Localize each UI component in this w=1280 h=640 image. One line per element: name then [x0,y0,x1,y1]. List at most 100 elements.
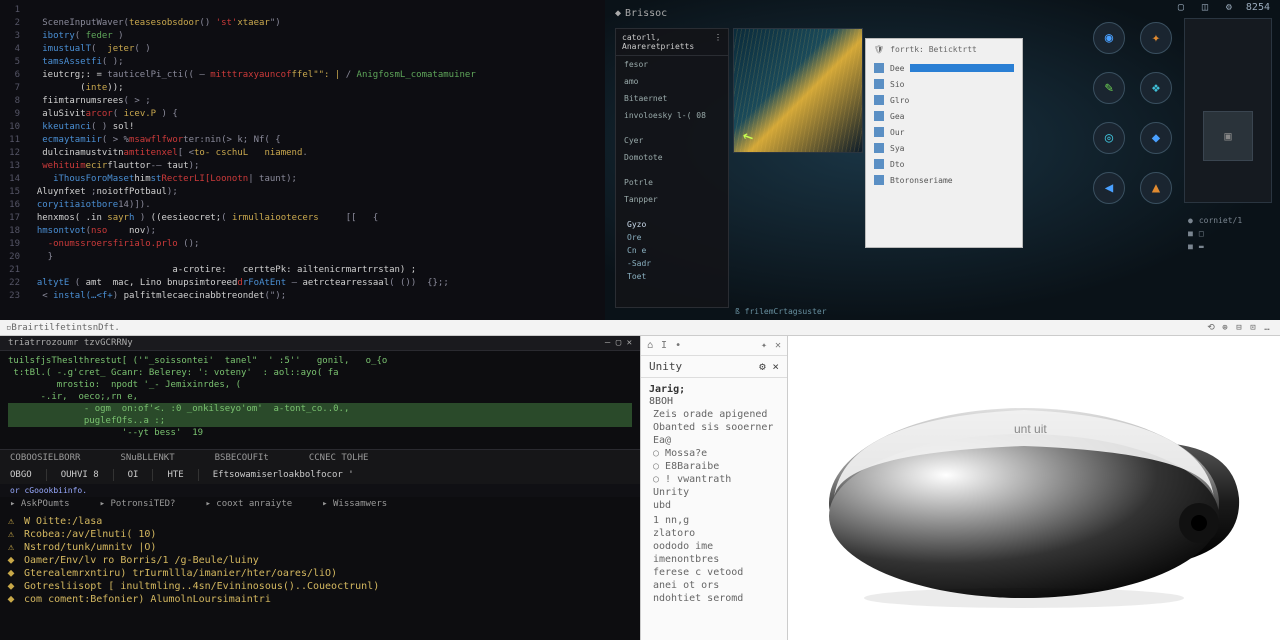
tray-icon[interactable]: ⚙ [1222,2,1236,16]
build-target[interactable]: ▸ AskPOumts [10,499,70,509]
log-line[interactable]: ⚠W Oitte:/lasa [4,515,636,528]
terminal-output[interactable]: tuilsfjsTheslthrestut[ ('"_soissontei' t… [0,351,640,449]
sidebar-item[interactable]: Potrle [616,174,728,191]
more-icon[interactable]: … [1260,323,1274,333]
toolbar-item[interactable]: OUHVI 8 [61,470,99,480]
sidebar-item[interactable] [616,166,728,174]
sidebar-item[interactable]: Cyer [616,132,728,149]
add-icon[interactable]: ⊕ [1218,323,1232,333]
toolbar-item[interactable]: HTE [167,470,183,480]
window-controls[interactable]: — ▢ ✕ [605,338,632,348]
sub-heading: 8BOH [649,396,779,407]
list-item[interactable]: anei ot ors [649,579,779,592]
code-editor[interactable]: 1 2 SceneInputWaver(teasesobsdoor() 'st'… [0,0,605,320]
side-toolbox: ▣ [1184,18,1272,203]
tool-button[interactable]: ❖ [1140,72,1172,104]
close-icon[interactable]: ⋮ [714,33,722,51]
sidebar-header: catorll, Anareretprietts⋮ [616,29,728,56]
vr-headset-image: unt uit [788,336,1280,640]
settings-row[interactable]: Sya [866,140,1022,156]
shield-icon: 🛡 [874,45,884,54]
toolbar-item[interactable]: BSBECOUFIt [215,453,269,463]
sidebar-item[interactable]: Bitaernet [616,90,728,107]
tool-button[interactable]: ✦ [1140,22,1172,54]
image-icon[interactable]: ▣ [1203,111,1253,161]
log-line[interactable]: ⚠Rcobea:/av/Elnuti( 10) [4,528,636,541]
unity-panel: ⌂ I • ✦ ✕ Unity ⚙ × Jarig; 8BOH Zeis ora… [640,336,788,640]
settings-row[interactable]: Glro [866,92,1022,108]
settings-row[interactable]: Our [866,124,1022,140]
scene-viewport[interactable]: ↖ [733,28,863,153]
sidebar-item[interactable]: involoesky l-( 08 [616,107,728,124]
build-target[interactable]: ▸ cooxt anraiyte [205,499,292,509]
console-log[interactable]: ⚠W Oitte:/lasa⚠Rcobea:/av/Elnuti( 10)⚠Ns… [0,511,640,610]
radio-option[interactable]: E8Baraibe [649,460,779,473]
clock: 8254 [1246,2,1270,16]
toolbar-item[interactable]: OI [128,470,139,480]
log-line[interactable]: ⬥Oamer/Env/lv ro Borris/1 /g-Beule/luiny [4,554,636,567]
list-item[interactable]: Unrity [649,486,779,499]
unity-title-bar: Unity ⚙ × [641,356,787,378]
terminal-tab[interactable]: triatrrozoumr tzvGCRRNy— ▢ ✕ [0,336,640,351]
sidebar-item[interactable]: amo [616,73,728,90]
list-item[interactable]: ferese c vetood [649,566,779,579]
tool-button[interactable]: ◎ [1093,122,1125,154]
toolbar-item[interactable]: COBOOSIELBORR [10,453,80,463]
star-icon[interactable]: ✦ [761,340,767,351]
warn-icon: ⚠ [4,542,18,553]
tool-button[interactable]: ◉ [1093,22,1125,54]
close-icon[interactable]: × [772,360,779,373]
warn-icon: ⬥ [4,581,18,592]
refresh-icon[interactable]: ⟲ [1204,323,1218,333]
list-item[interactable]: oododo ime [649,540,779,553]
document-tab-strip: ▫ BrairtilfetintsnDft. ⟲ ⊕ ⊟ ⊡ … [0,320,1280,336]
side-bottom-list: ●corniet/1 ■□ ■▬ [1184,214,1272,253]
tool-button[interactable]: ◆ [1140,122,1172,154]
radio-option[interactable]: Mossa?e [649,447,779,460]
tray-icon[interactable]: ▢ [1174,2,1188,16]
sidebar-item[interactable]: Tanpper [616,191,728,208]
tab-label[interactable]: BrairtilfetintsnDft. [11,323,119,333]
toolbar-item[interactable]: OBGO [10,470,32,480]
settings-panel: 🛡 forrtk: Beticktrtt Dee SioGlroGeaOurSy… [865,38,1023,248]
log-line[interactable]: ⬥com coment:Befonier) AlumolnLoursimaint… [4,593,636,606]
tool-button[interactable]: ◀ [1093,172,1125,204]
maximize-icon[interactable]: ⊡ [1246,323,1260,333]
gear-icon[interactable]: ⚙ [759,360,766,373]
list-item[interactable]: zlatoro [649,527,779,540]
status-text: ß frilemCrtagsuster [735,307,827,316]
diamond-icon: ◆ [615,8,621,19]
tray-icon[interactable]: ◫ [1198,2,1212,16]
list-item[interactable]: 1 nn,g [649,514,779,527]
log-line[interactable]: ⚠Nstrod/tunk/umnitv |O) [4,541,636,554]
home-icon[interactable]: ⌂ [647,340,653,351]
settings-row[interactable]: Btoronseriame [866,172,1022,188]
toolbar-item[interactable]: CCNEC TOLHE [309,453,369,463]
info-icon[interactable]: I [661,340,667,351]
sidebar-item[interactable]: fesor [616,56,728,73]
warn-icon: ⬥ [4,568,18,579]
build-target[interactable]: ▸ PotronsiTED? [100,499,176,509]
radio-option[interactable]: ! vwantrath [649,473,779,486]
sidebar-item[interactable]: Domotote [616,149,728,166]
close-icon[interactable]: ✕ [775,340,781,351]
log-line[interactable]: ⬥Gotresliisopt [ inultmling..4sn/Evinino… [4,580,636,593]
settings-row[interactable]: Dto [866,156,1022,172]
tool-button[interactable]: ▲ [1140,172,1172,204]
toolbar-item[interactable]: Eftsowamiserloakbolfocor ' [213,470,354,480]
settings-row[interactable]: Gea [866,108,1022,124]
toolbar: COBOOSIELBORR SNuBLLENKT BSBECOUFIt CCNEC T… [0,449,640,466]
build-target[interactable]: ▸ Wissamwers [322,499,387,509]
svg-text:unt uit: unt uit [1014,422,1047,436]
minimize-icon[interactable]: ⊟ [1232,323,1246,333]
tool-button[interactable]: ✎ [1093,72,1125,104]
tray-icons: ▢ ◫ ⚙ 8254 [1174,2,1270,16]
sidebar-item[interactable] [616,124,728,132]
list-item[interactable]: ndohtiet seromd [649,592,779,605]
list-item[interactable]: ubd [649,499,779,512]
settings-row[interactable]: Sio [866,76,1022,92]
log-line[interactable]: ⬥Gterealemrxntiru) trIurmllla/imanier/ht… [4,567,636,580]
list-item[interactable]: imenontbres [649,553,779,566]
description: Obanted sis sooerner [649,421,779,434]
toolbar-item[interactable]: SNuBLLENKT [120,453,174,463]
